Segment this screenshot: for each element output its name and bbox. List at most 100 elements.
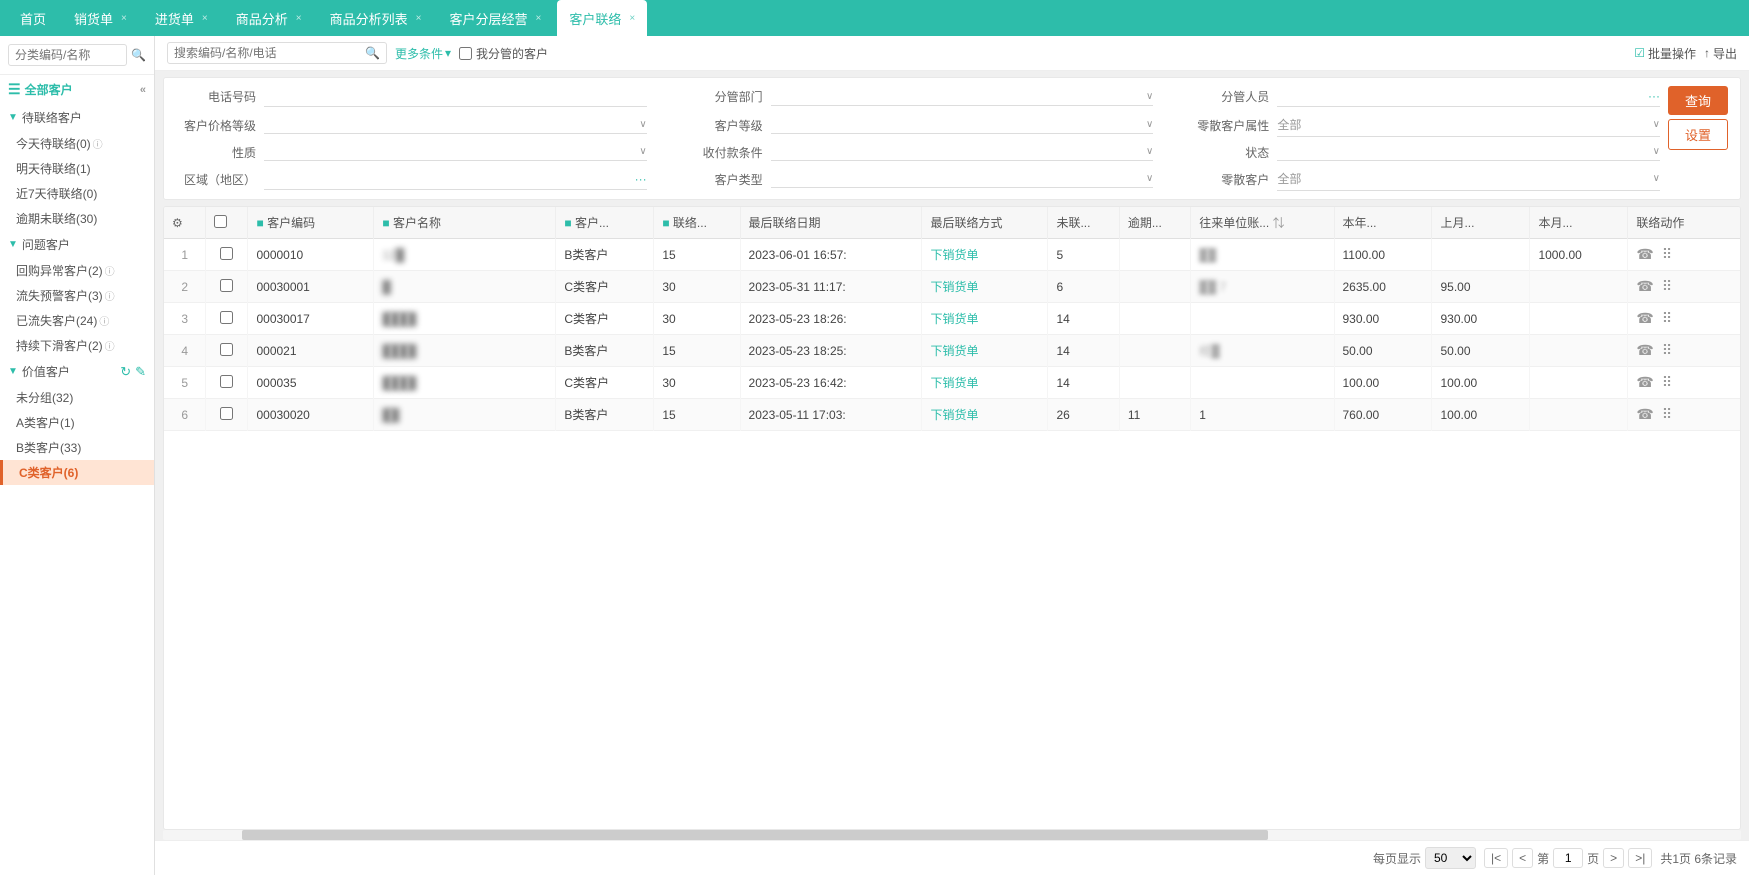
last-page-btn[interactable]: >|: [1628, 848, 1652, 868]
sidebar-item-churn-warning[interactable]: 流失预警客户(3) ⓘ: [0, 283, 154, 308]
filter-retail-attr-select[interactable]: 全部∨: [1277, 113, 1660, 137]
method-link[interactable]: 下销货单: [930, 312, 978, 326]
contact-icon[interactable]: ☎: [1636, 406, 1653, 423]
filter-status-select[interactable]: ∨: [1277, 143, 1660, 161]
filter-row-4: 区域（地区） ··· 客户类型 ∨ 零散客户 全部∨: [176, 167, 1660, 191]
edit-icon[interactable]: ✎: [135, 364, 146, 380]
sidebar-item-unclassified[interactable]: 未分组(32): [0, 385, 154, 410]
filter-region-select[interactable]: ···: [264, 169, 647, 190]
search-input[interactable]: [174, 46, 361, 60]
row-checkbox[interactable]: [220, 375, 233, 388]
cell-last-month: 95.00: [1432, 271, 1530, 303]
more-actions-icon[interactable]: ⠿: [1662, 246, 1672, 263]
close-purchase-order-icon[interactable]: ×: [202, 13, 208, 24]
method-link[interactable]: 下销货单: [930, 408, 978, 422]
nav-product-analysis[interactable]: 商品分析 ×: [224, 0, 314, 36]
sidebar-item-repurchase-abnormal[interactable]: 回购异常客户(2) ⓘ: [0, 258, 154, 283]
sidebar-item-c-customers[interactable]: C类客户(6): [0, 460, 154, 485]
sidebar-item-b-customers[interactable]: B类客户(33): [0, 435, 154, 460]
next-page-btn[interactable]: >: [1603, 848, 1624, 868]
sort-icon[interactable]: ⇅: [1273, 216, 1285, 230]
prev-page-btn[interactable]: <: [1512, 848, 1533, 868]
more-actions-icon[interactable]: ⠿: [1662, 374, 1672, 391]
filter-customer-type-select[interactable]: ∨: [771, 170, 1154, 188]
cell-method: 下销货单: [922, 335, 1048, 367]
filter-dept-select[interactable]: ∨: [771, 88, 1154, 106]
sidebar-group-pending-contact[interactable]: ▼ 待联络客户: [0, 104, 154, 131]
batch-btn[interactable]: ☑ 批量操作: [1634, 45, 1696, 62]
contact-icon[interactable]: ☎: [1636, 342, 1653, 359]
more-actions-icon[interactable]: ⠿: [1662, 342, 1672, 359]
contact-icon[interactable]: ☎: [1636, 246, 1653, 263]
sidebar-item-tomorrow[interactable]: 明天待联络(1): [0, 156, 154, 181]
gear-icon[interactable]: ⚙: [172, 216, 183, 230]
nav-home[interactable]: 首页: [8, 0, 58, 36]
nav-customer-segment[interactable]: 客户分层经营 ×: [437, 0, 553, 36]
more-actions-icon[interactable]: ⠿: [1662, 406, 1672, 423]
row-checkbox[interactable]: [220, 311, 233, 324]
contact-icon[interactable]: ☎: [1636, 310, 1653, 327]
ellipsis-icon-2[interactable]: ···: [635, 172, 647, 186]
close-sales-order-icon[interactable]: ×: [121, 13, 127, 24]
sidebar-group-value[interactable]: ▼ 价值客户 ↻ ✎: [0, 358, 154, 385]
sidebar-group-problem[interactable]: ▼ 问题客户: [0, 231, 154, 258]
nav-sales-order[interactable]: 销货单 ×: [62, 0, 139, 36]
query-button[interactable]: 查询: [1668, 86, 1728, 115]
sidebar-search-input[interactable]: [8, 44, 127, 66]
cell-year-amount: 760.00: [1334, 399, 1432, 431]
nav-purchase-order[interactable]: 进货单 ×: [143, 0, 220, 36]
filter-phone-input[interactable]: [264, 86, 647, 107]
sidebar-item-declining[interactable]: 持续下滑客户(2) ⓘ: [0, 333, 154, 358]
filter-payment-select[interactable]: ∨: [771, 143, 1154, 161]
close-customer-segment-icon[interactable]: ×: [535, 13, 541, 24]
close-customer-contact-icon[interactable]: ×: [629, 13, 635, 24]
page-input[interactable]: [1553, 848, 1583, 868]
my-customers-checkbox[interactable]: [459, 47, 472, 60]
sidebar-collapse-icon[interactable]: «: [140, 84, 146, 96]
page-size-select[interactable]: 50 100: [1425, 847, 1476, 869]
horizontal-scrollbar[interactable]: [163, 830, 1741, 840]
filter-manager-select[interactable]: ···: [1277, 86, 1660, 107]
sidebar-all-customers[interactable]: ☰ 全部客户 «: [0, 75, 154, 104]
method-link[interactable]: 下销货单: [930, 344, 978, 358]
sidebar-item-today[interactable]: 今天待联络(0) ⓘ: [0, 131, 154, 156]
row-checkbox[interactable]: [220, 279, 233, 292]
content-area: 🔍 更多条件 ▾ 我分管的客户 ☑ 批量操作 ↑ 导出: [155, 36, 1749, 875]
select-all-checkbox[interactable]: [214, 215, 227, 228]
sidebar-search-icon[interactable]: 🔍: [131, 48, 146, 62]
sidebar-item-a-customers[interactable]: A类客户(1): [0, 410, 154, 435]
row-checkbox[interactable]: [220, 247, 233, 260]
sidebar-item-overdue[interactable]: 逾期未联络(30): [0, 206, 154, 231]
row-checkbox[interactable]: [220, 343, 233, 356]
close-product-analysis-icon[interactable]: ×: [296, 13, 302, 24]
close-product-analysis-list-icon[interactable]: ×: [416, 13, 422, 24]
export-btn[interactable]: ↑ 导出: [1704, 45, 1737, 62]
method-link[interactable]: 下销货单: [930, 248, 978, 262]
filter-price-level-select[interactable]: ∨: [264, 116, 647, 134]
sidebar-item-lost-customers[interactable]: 已流失客户(24) ⓘ: [0, 308, 154, 333]
filter-nature-select[interactable]: ∨: [264, 143, 647, 161]
filter-retail-customer-select[interactable]: 全部∨: [1277, 167, 1660, 191]
more-actions-icon[interactable]: ⠿: [1662, 278, 1672, 295]
method-link[interactable]: 下销货单: [930, 376, 978, 390]
sidebar-item-7days[interactable]: 近7天待联络(0): [0, 181, 154, 206]
ellipsis-icon[interactable]: ···: [1648, 89, 1660, 103]
more-actions-icon[interactable]: ⠿: [1662, 310, 1672, 327]
cell-type: B类客户: [556, 335, 654, 367]
filter-level-select[interactable]: ∨: [771, 116, 1154, 134]
my-customers-label[interactable]: 我分管的客户: [459, 45, 548, 62]
more-conditions-btn[interactable]: 更多条件 ▾: [395, 45, 451, 62]
method-link[interactable]: 下销货单: [930, 280, 978, 294]
nav-product-analysis-list[interactable]: 商品分析列表 ×: [318, 0, 434, 36]
contact-icon[interactable]: ☎: [1636, 374, 1653, 391]
first-page-btn[interactable]: |<: [1484, 848, 1508, 868]
contact-icon[interactable]: ☎: [1636, 278, 1653, 295]
nav-customer-contact[interactable]: 客户联络 ×: [557, 0, 647, 36]
refresh-icon[interactable]: ↻: [120, 364, 131, 380]
settings-button[interactable]: 设置: [1668, 119, 1728, 150]
row-checkbox[interactable]: [220, 407, 233, 420]
scrollbar-thumb[interactable]: [242, 830, 1268, 840]
search-submit-icon[interactable]: 🔍: [365, 46, 380, 60]
cell-uncontacted: 5: [1048, 239, 1119, 271]
filter-row-1: 电话号码 分管部门 ∨ 分管人员 ···: [176, 86, 1660, 107]
